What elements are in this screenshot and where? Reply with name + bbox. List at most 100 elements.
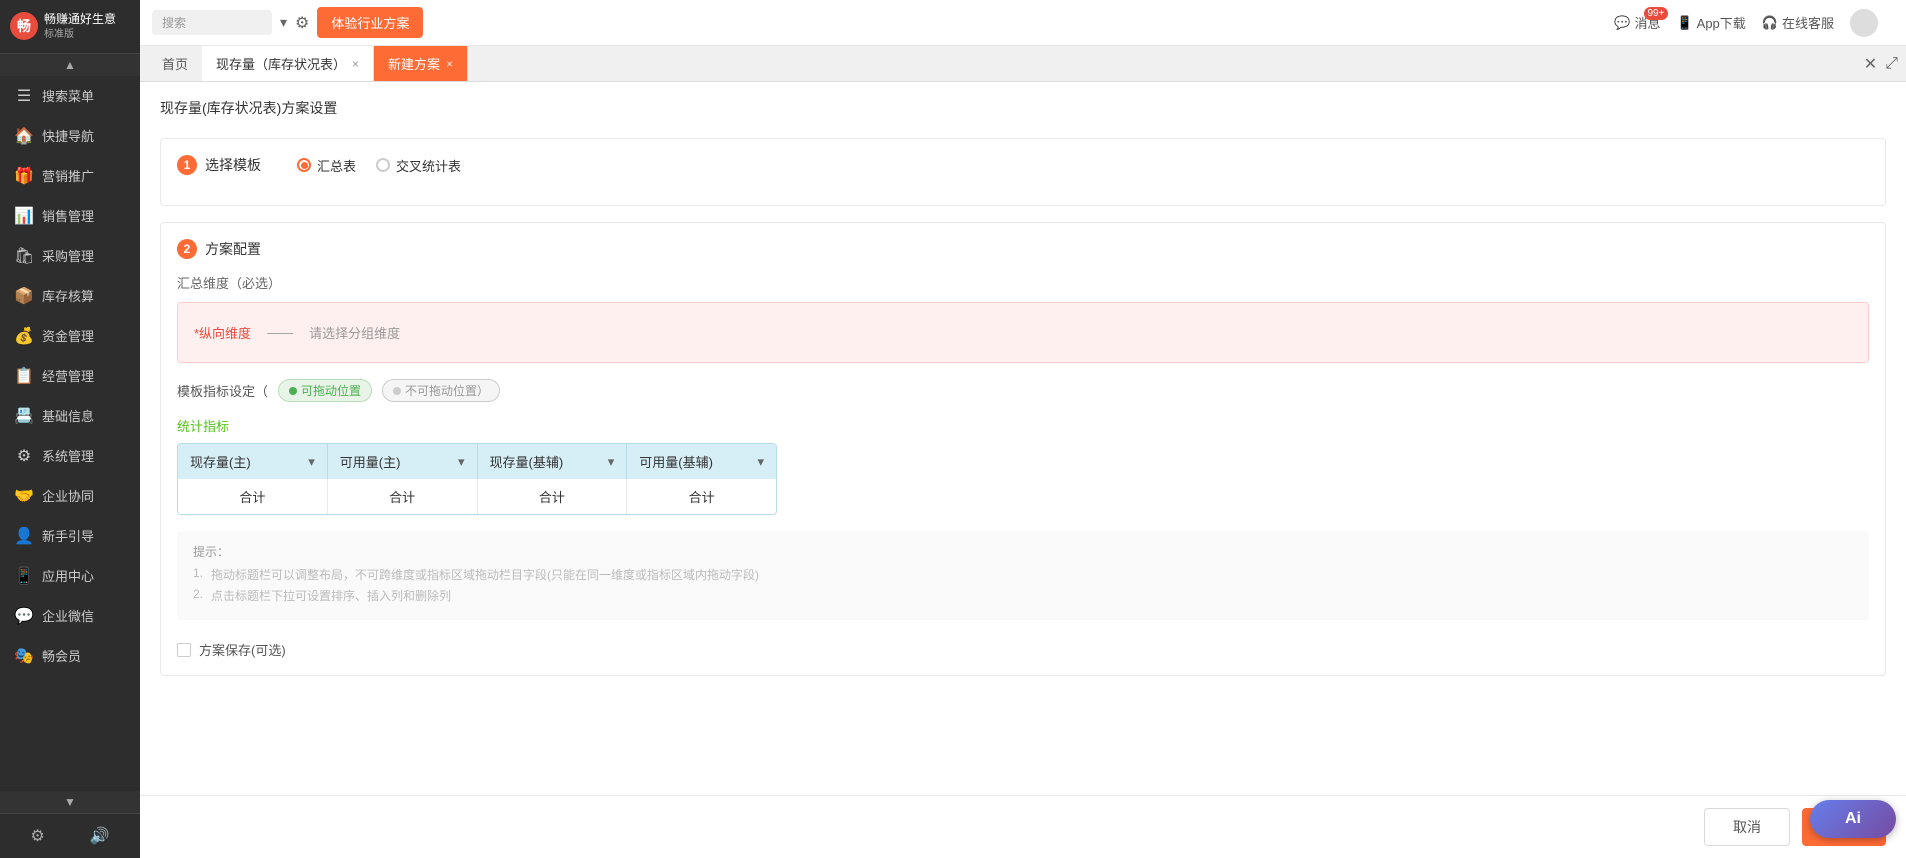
tab-close-btn[interactable]: ✕ [1864, 54, 1877, 74]
sidebar-item-marketing[interactable]: 🎁 营销推广 [0, 156, 140, 196]
stats-col-current-main-label: 现存量(主) [190, 452, 251, 471]
dimension-area[interactable]: *纵向维度 —— 请选择分组维度 [177, 302, 1869, 363]
sidebar-item-label: 快捷导航 [42, 126, 94, 145]
step1-section: 1 选择模板 汇总表 交叉统计表 [160, 138, 1886, 206]
radio-cross[interactable]: 交叉统计表 [376, 156, 461, 175]
dimension-required: *纵向维度 [194, 323, 251, 342]
sidebar-item-label: 企业协同 [42, 486, 94, 505]
search-menu-icon: ☰ [14, 86, 34, 106]
sidebar-item-newbie[interactable]: 👤 新手引导 [0, 516, 140, 556]
step1-header: 1 选择模板 汇总表 交叉统计表 [177, 155, 1869, 175]
tab-expand-btn[interactable]: ⤢ [1885, 54, 1898, 74]
chat-icon: 💬 [14, 606, 34, 626]
ai-button[interactable]: Ai [1810, 800, 1896, 838]
tab-home[interactable]: 首页 [148, 46, 202, 81]
sidebar-item-sales[interactable]: 📊 销售管理 [0, 196, 140, 236]
stats-col-current-main[interactable]: 现存量(主) ▾ [178, 444, 328, 479]
stats-col-current-main-arrow[interactable]: ▾ [308, 454, 315, 470]
tab-inventory[interactable]: 现存量（库存状况表） × [202, 46, 374, 81]
user-icon: 👤 [14, 526, 34, 546]
stats-table-header: 现存量(主) ▾ 可用量(主) ▾ 现存量(基辅) ▾ 可用量(基辅) ▾ [178, 444, 776, 479]
sidebar-item-membership[interactable]: 🎭 畅会员 [0, 636, 140, 676]
sidebar-item-label: 销售管理 [42, 206, 94, 225]
save-checkbox[interactable] [177, 643, 191, 657]
tabs-bar: 首页 现存量（库存状况表） × 新建方案 × ✕ ⤢ [140, 46, 1906, 82]
dimension-label: 汇总维度（必选） [177, 273, 1869, 292]
main-area: 搜索 ▾ ⚙ 体验行业方案 💬 消息 99+ 📱 App下载 🎧 在线客服 首页 [140, 0, 1906, 858]
stats-col-available-aux[interactable]: 可用量(基辅) ▾ [627, 444, 776, 479]
sidebar-item-label: 企业微信 [42, 606, 94, 625]
membership-icon: 🎭 [14, 646, 34, 666]
draggable-chip[interactable]: 可拖动位置 [278, 379, 372, 402]
tab-inventory-close[interactable]: × [352, 57, 359, 71]
message-icon: 💬 [1614, 15, 1630, 31]
sidebar-item-finance[interactable]: 💰 资金管理 [0, 316, 140, 356]
sidebar-item-label: 资金管理 [42, 326, 94, 345]
cancel-button[interactable]: 取消 [1704, 808, 1790, 846]
stats-table-body: 合计 合计 合计 合计 [178, 479, 776, 514]
sidebar-item-inventory[interactable]: 📦 库存核算 [0, 276, 140, 316]
sidebar-item-label: 营销推广 [42, 166, 94, 185]
non-draggable-chip: 不可拖动位置） [382, 379, 500, 402]
tab-inventory-label: 现存量（库存状况表） [216, 54, 346, 73]
sidebar-item-label: 新手引导 [42, 526, 94, 545]
stats-table: 现存量(主) ▾ 可用量(主) ▾ 现存量(基辅) ▾ 可用量(基辅) ▾ [177, 443, 777, 515]
tip-2-num: 2. [193, 587, 203, 604]
footer-bar: 取消 查询 [140, 795, 1906, 858]
sidebar: 畅 畅赚通好生意 标准版 ▲ ☰ 搜索菜单 🏠 快捷导航 🎁 营销推广 📊 销售… [0, 0, 140, 858]
sidebar-scroll-down[interactable]: ▼ [0, 791, 140, 813]
step2-header: 2 方案配置 [177, 239, 1869, 259]
sidebar-item-search-menu[interactable]: ☰ 搜索菜单 [0, 76, 140, 116]
template-radio-group: 汇总表 交叉统计表 [297, 156, 461, 175]
trial-industry-btn[interactable]: 体验行业方案 [317, 7, 423, 38]
dimension-dash: —— [267, 325, 293, 340]
non-draggable-dot [393, 387, 401, 395]
sound-icon[interactable]: 🔊 [82, 822, 118, 850]
home-icon: 🏠 [14, 126, 34, 146]
tab-new-scheme-label: 新建方案 [388, 54, 440, 73]
stats-col-current-aux-label: 现存量(基辅) [490, 452, 564, 471]
sidebar-item-cooperation[interactable]: 🤝 企业协同 [0, 476, 140, 516]
tab-new-scheme[interactable]: 新建方案 × [374, 46, 468, 81]
sidebar-item-enterprise-wechat[interactable]: 💬 企业微信 [0, 596, 140, 636]
sidebar-item-label: 畅会员 [42, 646, 81, 665]
tab-new-scheme-close[interactable]: × [446, 57, 453, 71]
topbar-messages[interactable]: 💬 消息 99+ [1614, 13, 1660, 32]
topbar-dropdown-btn[interactable]: ▾ [280, 14, 287, 31]
sidebar-item-quick-nav[interactable]: 🏠 快捷导航 [0, 116, 140, 156]
stats-col-current-aux[interactable]: 现存量(基辅) ▾ [478, 444, 628, 479]
save-option: 方案保存(可选) [177, 640, 1869, 659]
stats-col-available-main[interactable]: 可用量(主) ▾ [328, 444, 478, 479]
stats-col-available-aux-label: 可用量(基辅) [639, 452, 713, 471]
headset-icon: 🎧 [1762, 15, 1778, 31]
sidebar-item-label: 系统管理 [42, 446, 94, 465]
stats-col-available-aux-arrow[interactable]: ▾ [757, 454, 764, 470]
tips-title: 提示： [193, 543, 1853, 560]
settings-icon[interactable]: ⚙ [22, 822, 52, 850]
sidebar-item-purchase[interactable]: 🛍 采购管理 [0, 236, 140, 276]
stats-body-available-aux: 合计 [627, 479, 776, 514]
topbar-online-service[interactable]: 🎧 在线客服 [1762, 13, 1834, 32]
gear-icon: ⚙ [14, 446, 34, 466]
sidebar-item-label: 库存核算 [42, 286, 94, 305]
stats-col-current-aux-arrow[interactable]: ▾ [608, 454, 615, 470]
sidebar-logo: 畅 畅赚通好生意 标准版 [0, 0, 140, 54]
sidebar-item-base-info[interactable]: 📇 基础信息 [0, 396, 140, 436]
topbar-settings-btn[interactable]: ⚙ [295, 13, 309, 33]
clipboard-icon: 📋 [14, 366, 34, 386]
stats-body-current-aux: 合计 [478, 479, 628, 514]
sidebar-item-system[interactable]: ⚙ 系统管理 [0, 436, 140, 476]
radio-summary[interactable]: 汇总表 [297, 156, 356, 175]
topbar-app-download[interactable]: 📱 App下载 [1676, 13, 1745, 32]
sidebar-scroll-up[interactable]: ▲ [0, 54, 140, 76]
metrics-settings-row: 模板指标设定（ 可拖动位置 不可拖动位置） [177, 379, 1869, 402]
stats-col-available-main-arrow[interactable]: ▾ [458, 454, 465, 470]
user-avatar[interactable] [1850, 9, 1878, 37]
draggable-dot [289, 387, 297, 395]
tip-2: 2. 点击标题栏下拉可设置排序、插入列和删除列 [193, 587, 1853, 604]
messages-badge: 99+ [1644, 7, 1669, 20]
sidebar-item-operations[interactable]: 📋 经营管理 [0, 356, 140, 396]
topbar: 搜索 ▾ ⚙ 体验行业方案 💬 消息 99+ 📱 App下载 🎧 在线客服 [140, 0, 1906, 46]
handshake-icon: 🤝 [14, 486, 34, 506]
sidebar-item-app-center[interactable]: 📱 应用中心 [0, 556, 140, 596]
